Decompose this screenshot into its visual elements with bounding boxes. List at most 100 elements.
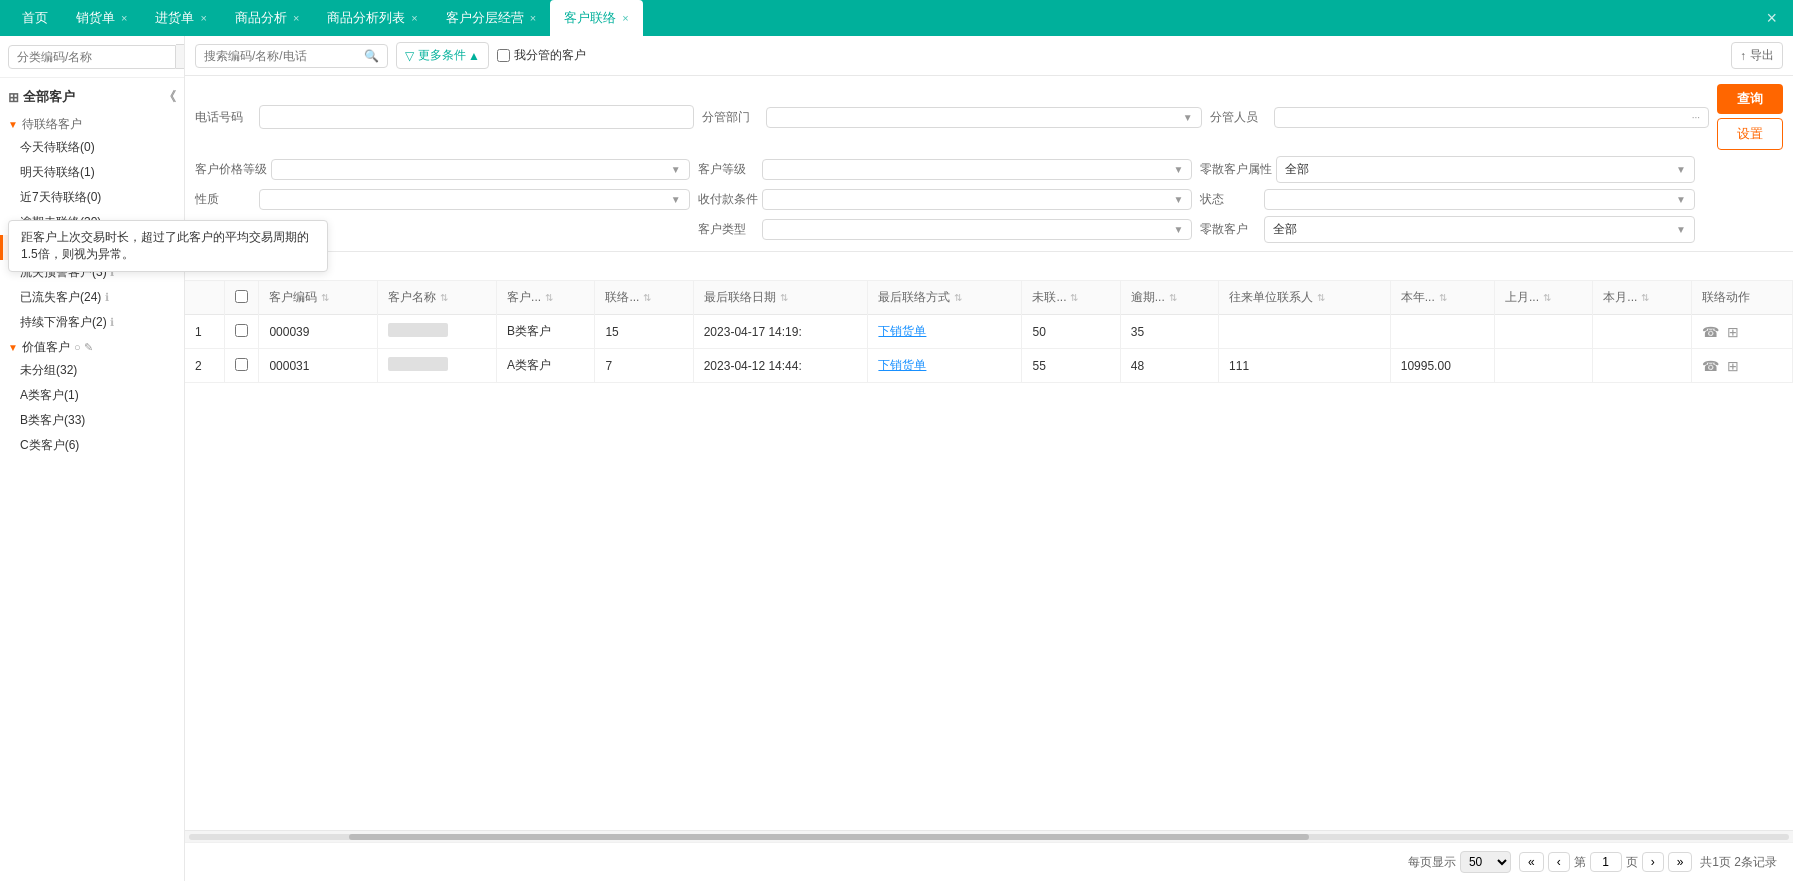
- payment-select[interactable]: ▼: [762, 189, 1193, 210]
- first-page-button[interactable]: «: [1519, 852, 1544, 872]
- table-wrapper[interactable]: 客户编码 ⇅ 客户名称 ⇅: [185, 281, 1793, 830]
- nav-item-product-analysis[interactable]: 商品分析 ×: [221, 0, 313, 36]
- prev-page-button[interactable]: ‹: [1548, 852, 1570, 872]
- edit-icon[interactable]: ○ ✎: [74, 341, 93, 354]
- price-level-chevron: ▼: [671, 164, 681, 175]
- col-index: [185, 281, 225, 315]
- action-more-2[interactable]: ⊞: [1727, 358, 1739, 374]
- my-customer-check[interactable]: [497, 49, 510, 62]
- sort-last-date-icon[interactable]: ⇅: [780, 292, 788, 303]
- row-checkbox-1[interactable]: [235, 324, 248, 337]
- filter-search-box: 🔍: [195, 44, 388, 68]
- manager-select[interactable]: ···: [1274, 107, 1709, 128]
- sort-overdue-icon[interactable]: ⇅: [1169, 292, 1177, 303]
- last-method-link-2[interactable]: 下销货单: [878, 358, 926, 372]
- my-customer-checkbox[interactable]: 我分管的客户: [497, 47, 586, 64]
- sort-this-month-icon[interactable]: ⇅: [1641, 292, 1649, 303]
- sort-contact-icon[interactable]: ⇅: [643, 292, 651, 303]
- select-all-checkbox[interactable]: [235, 290, 248, 303]
- next-page-button[interactable]: ›: [1642, 852, 1664, 872]
- cell-contact-2: 7: [595, 349, 693, 383]
- sort-year-icon[interactable]: ⇅: [1439, 292, 1447, 303]
- customer-type-select[interactable]: ▼: [762, 219, 1193, 240]
- collapse-icon[interactable]: 《: [163, 88, 176, 106]
- filter-search-input[interactable]: [204, 45, 364, 67]
- close-customer-tier-icon[interactable]: ×: [530, 12, 536, 24]
- nav-item-customer-tier[interactable]: 客户分层经营 ×: [432, 0, 550, 36]
- status-select[interactable]: ▼: [1264, 189, 1695, 210]
- table-header-row: 客户编码 ⇅ 客户名称 ⇅: [185, 281, 1793, 315]
- close-purchase-icon[interactable]: ×: [200, 12, 206, 24]
- close-product-list-icon[interactable]: ×: [411, 12, 417, 24]
- filter-more-button[interactable]: ▽ 更多条件 ▲: [396, 42, 489, 69]
- sort-name-icon[interactable]: ⇅: [440, 292, 448, 303]
- scattered-attr-select[interactable]: 全部 ▼: [1276, 156, 1695, 183]
- cell-checkbox-2: [225, 349, 259, 383]
- sidebar-search-input[interactable]: [8, 45, 176, 69]
- sidebar-item-churned[interactable]: 已流失客户(24) ℹ: [0, 285, 184, 310]
- last-page-button[interactable]: »: [1668, 852, 1693, 872]
- sidebar-item-class-c[interactable]: C类客户(6): [0, 433, 184, 458]
- filter-scattered-customer: 零散客户 全部 ▼: [1200, 216, 1695, 243]
- export-button[interactable]: ↑ 导出: [1731, 42, 1783, 69]
- row-checkbox-2[interactable]: [235, 358, 248, 371]
- nature-select[interactable]: ▼: [259, 189, 690, 210]
- query-button[interactable]: 查询: [1717, 84, 1783, 114]
- sidebar-group-pending[interactable]: ▼ 待联络客户: [0, 112, 184, 135]
- sort-uncontacted-icon[interactable]: ⇅: [1070, 292, 1078, 303]
- horizontal-scrollbar[interactable]: [185, 830, 1793, 842]
- action-more-1[interactable]: ⊞: [1727, 324, 1739, 340]
- nav-item-sales[interactable]: 销货单 ×: [62, 0, 141, 36]
- cell-index-1: 1: [185, 315, 225, 349]
- filter-row-4: ··· 客户类型 ▼ 零散客户 全部 ▼: [195, 216, 1783, 243]
- sidebar-item-7days[interactable]: 近7天待联络(0): [0, 185, 184, 210]
- table-area: ⚙ 客户编码 ⇅: [185, 252, 1793, 881]
- filter-search-icon[interactable]: 🔍: [364, 49, 379, 63]
- action-call-1[interactable]: ☎: [1702, 324, 1719, 340]
- sort-last-month-icon[interactable]: ⇅: [1543, 292, 1551, 303]
- scroll-thumb[interactable]: [349, 834, 1309, 840]
- sidebar-item-class-a[interactable]: A类客户(1): [0, 383, 184, 408]
- sort-code-icon[interactable]: ⇅: [321, 292, 329, 303]
- sidebar-group-value[interactable]: ▼ 价值客户 ○ ✎: [0, 335, 184, 358]
- per-page-select[interactable]: 20 50 100: [1460, 851, 1511, 873]
- scattered-attr-label: 零散客户属性: [1200, 161, 1272, 178]
- sort-last-method-icon[interactable]: ⇅: [954, 292, 962, 303]
- cell-unit-contact-1: [1219, 315, 1391, 349]
- sidebar-all-customers[interactable]: ⊞ 全部客户 《: [0, 82, 184, 112]
- dept-chevron: ▼: [1183, 112, 1193, 123]
- sidebar-item-declining[interactable]: 持续下滑客户(2) ℹ: [0, 310, 184, 335]
- sidebar-item-tomorrow[interactable]: 明天待联络(1): [0, 160, 184, 185]
- nav-item-customer-contact[interactable]: 客户联络 ×: [550, 0, 642, 36]
- last-method-link-1[interactable]: 下销货单: [878, 324, 926, 338]
- nav-item-home[interactable]: 首页: [8, 0, 62, 36]
- setting-button[interactable]: 设置: [1717, 118, 1783, 150]
- sidebar-item-ungroup[interactable]: 未分组(32): [0, 358, 184, 383]
- filter-row-2: 客户价格等级 ▼ 客户等级 ▼ 零散客户属性 全部: [195, 156, 1783, 183]
- manager-label: 分管人员: [1210, 109, 1270, 126]
- customer-level-select[interactable]: ▼: [762, 159, 1193, 180]
- sidebar-search-button[interactable]: 🔍: [176, 44, 185, 69]
- phone-input[interactable]: [259, 105, 694, 129]
- filter-row-3: 性质 ▼ 收付款条件 ▼ 状态: [195, 189, 1783, 210]
- dept-select[interactable]: ▼: [766, 107, 1201, 128]
- nav-item-purchase[interactable]: 进货单 ×: [141, 0, 220, 36]
- price-level-select[interactable]: ▼: [271, 159, 690, 180]
- window-close-button[interactable]: ×: [1758, 8, 1785, 29]
- filter-status: 状态 ▼: [1200, 189, 1695, 210]
- sidebar-item-today[interactable]: 今天待联络(0): [0, 135, 184, 160]
- close-product-analysis-icon[interactable]: ×: [293, 12, 299, 24]
- sidebar-item-class-b[interactable]: B类客户(33): [0, 408, 184, 433]
- col-last-method: 最后联络方式 ⇅: [868, 281, 1022, 315]
- sort-level-icon[interactable]: ⇅: [545, 292, 553, 303]
- action-call-2[interactable]: ☎: [1702, 358, 1719, 374]
- price-level-label: 客户价格等级: [195, 161, 267, 178]
- close-customer-contact-icon[interactable]: ×: [622, 12, 628, 24]
- page-number-input[interactable]: [1590, 852, 1622, 872]
- cell-overdue-2: 48: [1120, 349, 1218, 383]
- scattered-customer-select[interactable]: 全部 ▼: [1264, 216, 1695, 243]
- cell-uncontacted-1: 50: [1022, 315, 1120, 349]
- close-sales-icon[interactable]: ×: [121, 12, 127, 24]
- nav-item-product-list[interactable]: 商品分析列表 ×: [313, 0, 431, 36]
- sort-unit-icon[interactable]: ⇅: [1317, 292, 1325, 303]
